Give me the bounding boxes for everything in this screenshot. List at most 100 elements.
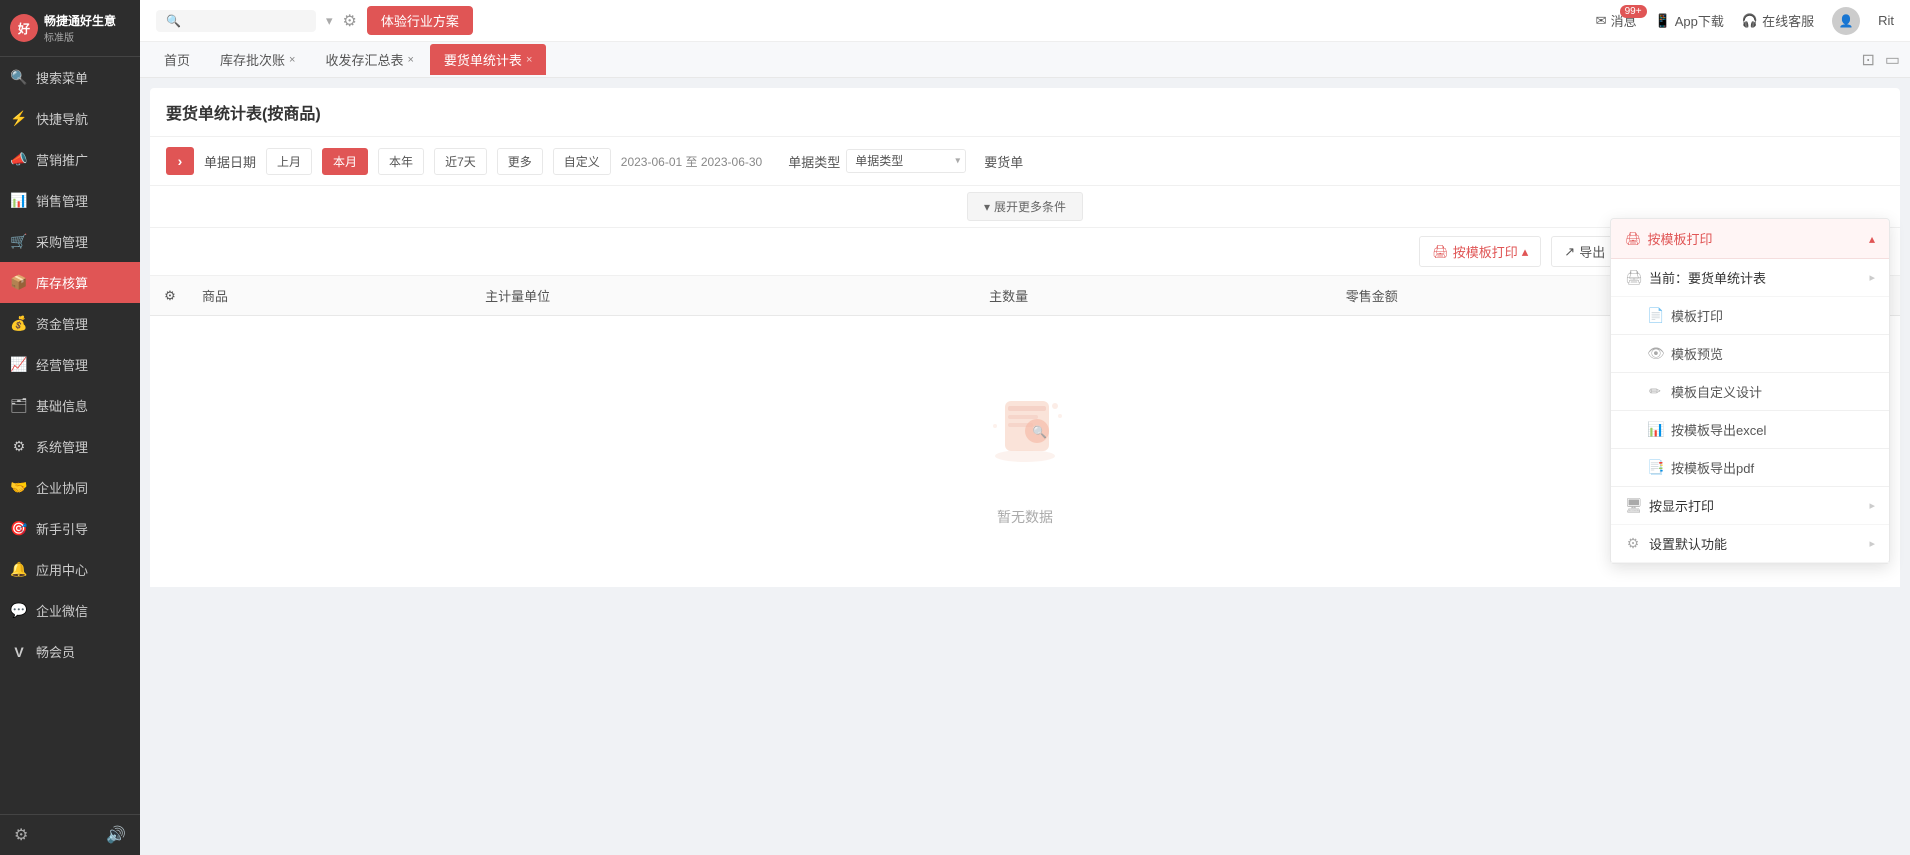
table-settings-icon[interactable]: ⚙ <box>164 288 176 303</box>
tab-receipt-summary[interactable]: 收发存汇总表 × <box>311 44 427 75</box>
tab-batch-account[interactable]: 库存批次账 × <box>206 44 309 75</box>
operations-icon: 📈 <box>10 356 28 374</box>
sound-icon[interactable]: 🔊 <box>106 825 126 845</box>
dropdown-export-pdf[interactable]: 📑 按模板导出pdf <box>1611 449 1889 487</box>
sidebar-item-search[interactable]: 🔍 搜索菜单 <box>0 57 140 98</box>
main-area: 🔍 ▾ ⚙ 体验行业方案 ✉ 消息 99+ 📱 App下载 🎧 在线客服 👤 R… <box>140 0 1910 855</box>
basic-icon: 🗂 <box>10 397 28 415</box>
finance-icon: 💰 <box>10 315 28 333</box>
sidebar-item-label: 资金管理 <box>36 314 88 333</box>
online-service-item[interactable]: 🎧 在线客服 <box>1742 11 1814 30</box>
dropdown-template-preview[interactable]: 👁 模板预览 <box>1611 335 1889 373</box>
sidebar-item-operations[interactable]: 📈 经营管理 <box>0 344 140 385</box>
sidebar-item-label: 库存核算 <box>36 273 88 292</box>
trial-button[interactable]: 体验行业方案 <box>367 6 473 35</box>
tab-expand-icon[interactable]: ⊡ <box>1861 50 1874 70</box>
last7days-btn[interactable]: 近7天 <box>434 148 487 175</box>
tab-order-stats[interactable]: 要货单统计表 × <box>430 44 546 75</box>
newbie-icon: 🎯 <box>10 520 28 538</box>
topbar-search[interactable]: 🔍 <box>156 10 316 32</box>
empty-illustration: 🔍 <box>975 376 1075 495</box>
display-icon: 🖥 <box>1625 497 1641 514</box>
filter-bar: › 单据日期 上月 本月 本年 近7天 更多 自定义 2023-06-01 至 … <box>150 136 1900 185</box>
prev-month-btn[interactable]: 上月 <box>266 148 312 175</box>
sidebar-item-app-center[interactable]: 🔔 应用中心 <box>0 549 140 590</box>
settings-icon[interactable]: ⚙ <box>14 825 28 845</box>
sidebar-logo-text: 畅捷通好生意 标准版 <box>44 12 116 44</box>
sidebar-item-inventory[interactable]: 📦 库存核算 <box>0 262 140 303</box>
sidebar-logo: 好 畅捷通好生意 标准版 <box>0 0 140 57</box>
tab-close-order-stats[interactable]: × <box>526 54 532 66</box>
col-goods: 商品 <box>190 276 473 316</box>
chevron-up-icon: ▴ <box>1522 244 1529 260</box>
message-badge: 99+ <box>1620 5 1647 18</box>
dropdown-export-excel[interactable]: 📊 按模板导出excel <box>1611 411 1889 449</box>
sidebar-item-enterprise-wechat[interactable]: 💬 企业微信 <box>0 590 140 631</box>
enterprise-icon: 🤝 <box>10 479 28 497</box>
this-year-btn[interactable]: 本年 <box>378 148 424 175</box>
dropdown-template-custom[interactable]: ✏ 模板自定义设计 <box>1611 373 1889 411</box>
sidebar-item-basic[interactable]: 🗂 基础信息 <box>0 385 140 426</box>
sidebar-item-label: 营销推广 <box>36 150 88 169</box>
avatar[interactable]: 👤 <box>1832 7 1860 35</box>
type-select-wrapper: 单据类型 ▾ <box>846 149 966 173</box>
printer-icon: 🖨 <box>1432 244 1449 260</box>
preview-icon: 👁 <box>1647 345 1663 362</box>
chevron-down-icon[interactable]: ▾ <box>326 13 333 29</box>
sidebar-item-purchase[interactable]: 🛒 采购管理 <box>0 221 140 262</box>
this-month-btn[interactable]: 本月 <box>322 148 368 175</box>
sidebar-item-system[interactable]: ⚙ 系统管理 <box>0 426 140 467</box>
sidebar-item-finance[interactable]: 💰 资金管理 <box>0 303 140 344</box>
page-title: 要货单统计表(按商品) <box>166 106 321 123</box>
sidebar-item-label: 销售管理 <box>36 191 88 210</box>
export-button[interactable]: ↗ 导出 <box>1551 236 1618 267</box>
sidebar-item-label: 快捷导航 <box>36 109 88 128</box>
tab-close-batch-account[interactable]: × <box>289 54 295 66</box>
sidebar-item-quick-nav[interactable]: ⚡ 快捷导航 <box>0 98 140 139</box>
dropdown-template-print[interactable]: 📄 模板打印 <box>1611 297 1889 335</box>
message-item[interactable]: ✉ 消息 99+ <box>1596 11 1637 30</box>
doc-icon: 📄 <box>1647 307 1663 324</box>
sidebar-nav: 🔍 搜索菜单 ⚡ 快捷导航 📣 营销推广 📊 销售管理 🛒 采购管理 📦 库存核… <box>0 57 140 814</box>
tab-home[interactable]: 首页 <box>150 44 204 75</box>
custom-btn[interactable]: 自定义 <box>553 148 611 175</box>
sidebar-item-label: 企业协同 <box>36 478 88 497</box>
app-logo-icon: 好 <box>10 14 38 42</box>
sidebar-item-enterprise[interactable]: 🤝 企业协同 <box>0 467 140 508</box>
search-icon: 🔍 <box>166 14 181 28</box>
export-icon: ↗ <box>1564 244 1575 260</box>
member-icon: V <box>10 643 28 661</box>
type-select[interactable]: 单据类型 <box>846 149 966 173</box>
chevron-right-icon3: ▸ <box>1869 537 1875 550</box>
tab-close-receipt-summary[interactable]: × <box>407 54 413 66</box>
sidebar-item-member[interactable]: V 畅会员 <box>0 631 140 672</box>
printer-small-icon: 🖨 <box>1625 269 1641 286</box>
sales-icon: 📊 <box>10 192 28 210</box>
design-icon: ✏ <box>1647 383 1663 400</box>
chevron-right-icon: ▸ <box>1869 271 1875 284</box>
sidebar-item-sales[interactable]: 📊 销售管理 <box>0 180 140 221</box>
filter-toggle-button[interactable]: › <box>166 147 194 175</box>
app-download-item[interactable]: 📱 App下载 <box>1655 11 1724 30</box>
tab-minimize-icon[interactable]: ▭ <box>1885 50 1900 70</box>
date-range-display: 2023-06-01 至 2023-06-30 <box>621 153 762 170</box>
print-template-button[interactable]: 🖨 按模板打印 ▴ <box>1419 236 1541 267</box>
dropdown-display-print[interactable]: 🖥 按显示打印 ▸ <box>1611 487 1889 525</box>
sidebar-item-marketing[interactable]: 📣 营销推广 <box>0 139 140 180</box>
chevron-right-icon2: ▸ <box>1869 499 1875 512</box>
empty-text: 暂无数据 <box>997 507 1053 527</box>
service-icon: 🎧 <box>1742 13 1758 29</box>
gear-icon[interactable]: ⚙ <box>343 11 357 31</box>
dropdown-set-default[interactable]: ⚙ 设置默认功能 ▸ <box>1611 525 1889 563</box>
more-btn[interactable]: 更多 <box>497 148 543 175</box>
col-settings[interactable]: ⚙ <box>150 276 190 316</box>
sidebar-item-newbie[interactable]: 🎯 新手引导 <box>0 508 140 549</box>
dropdown-current-template[interactable]: 🖨 当前：要货单统计表 ▸ <box>1611 259 1889 297</box>
date-filter-label: 单据日期 <box>204 152 256 171</box>
dropdown-collapse-icon[interactable]: ▴ <box>1869 232 1875 246</box>
username: Rit <box>1878 13 1894 28</box>
expand-more-button[interactable]: ▾ 展开更多条件 <box>967 192 1083 221</box>
col-qty: 主数量 <box>977 276 1334 316</box>
page-header: 要货单统计表(按商品) <box>150 88 1900 136</box>
chevron-icon: › <box>178 153 183 169</box>
